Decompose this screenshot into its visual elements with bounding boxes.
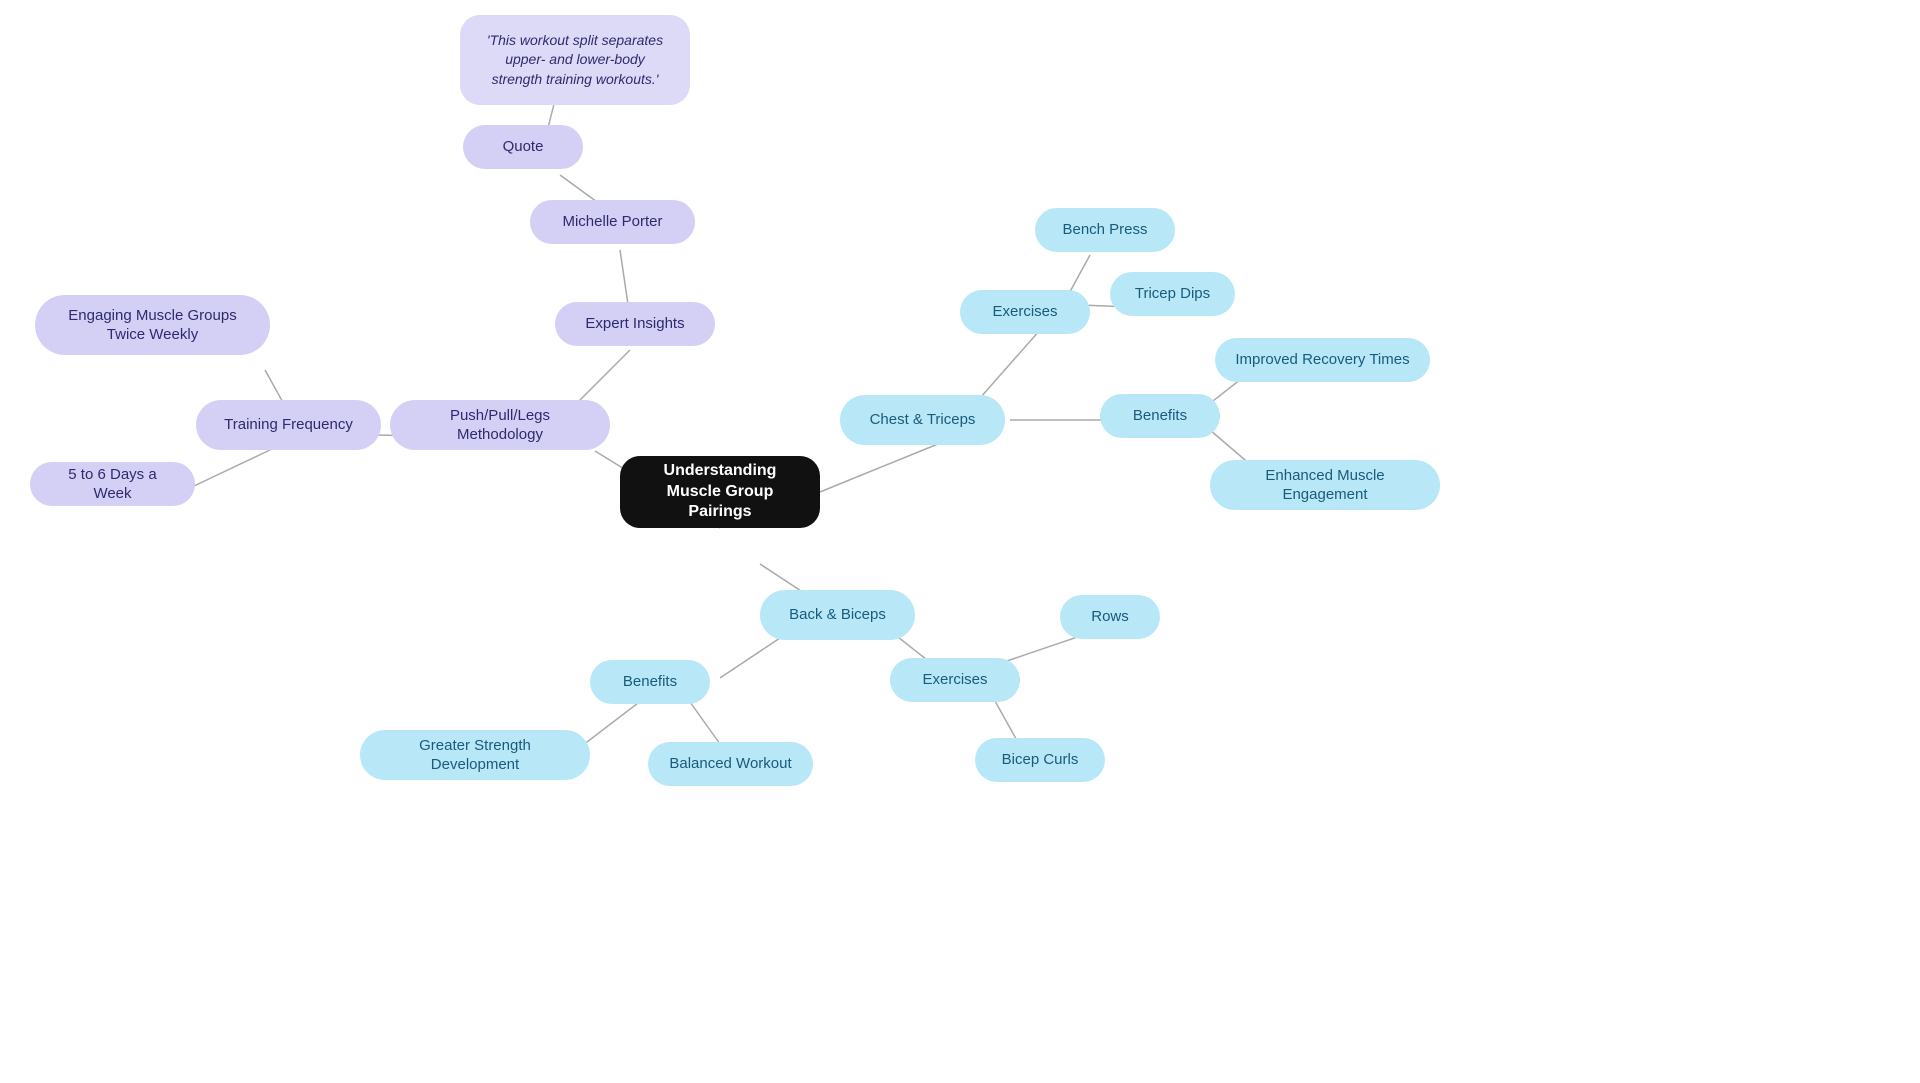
- quote-node[interactable]: Quote: [463, 125, 583, 169]
- enhanced-muscle-node[interactable]: Enhanced Muscle Engagement: [1210, 460, 1440, 510]
- center-node[interactable]: Understanding Muscle Group Pairings: [620, 456, 820, 528]
- training-frequency-node[interactable]: Training Frequency: [196, 400, 381, 450]
- bicep-curls-node[interactable]: Bicep Curls: [975, 738, 1105, 782]
- exercises-lower-node[interactable]: Exercises: [890, 658, 1020, 702]
- greater-strength-node[interactable]: Greater Strength Development: [360, 730, 590, 780]
- bench-press-node[interactable]: Bench Press: [1035, 208, 1175, 252]
- engaging-muscle-node[interactable]: Engaging Muscle Groups Twice Weekly: [35, 295, 270, 355]
- tricep-dips-node[interactable]: Tricep Dips: [1110, 272, 1235, 316]
- michelle-porter-node[interactable]: Michelle Porter: [530, 200, 695, 244]
- quote-text-node[interactable]: 'This workout split separates upper- and…: [460, 15, 690, 105]
- improved-recovery-node[interactable]: Improved Recovery Times: [1215, 338, 1430, 382]
- expert-insights-node[interactable]: Expert Insights: [555, 302, 715, 346]
- benefits-upper-node[interactable]: Benefits: [1100, 394, 1220, 438]
- rows-node[interactable]: Rows: [1060, 595, 1160, 639]
- back-biceps-node[interactable]: Back & Biceps: [760, 590, 915, 640]
- exercises-upper-node[interactable]: Exercises: [960, 290, 1090, 334]
- benefits-lower-node[interactable]: Benefits: [590, 660, 710, 704]
- chest-triceps-node[interactable]: Chest & Triceps: [840, 395, 1005, 445]
- five-six-days-node[interactable]: 5 to 6 Days a Week: [30, 462, 195, 506]
- ppl-node[interactable]: Push/Pull/Legs Methodology: [390, 400, 610, 450]
- balanced-workout-node[interactable]: Balanced Workout: [648, 742, 813, 786]
